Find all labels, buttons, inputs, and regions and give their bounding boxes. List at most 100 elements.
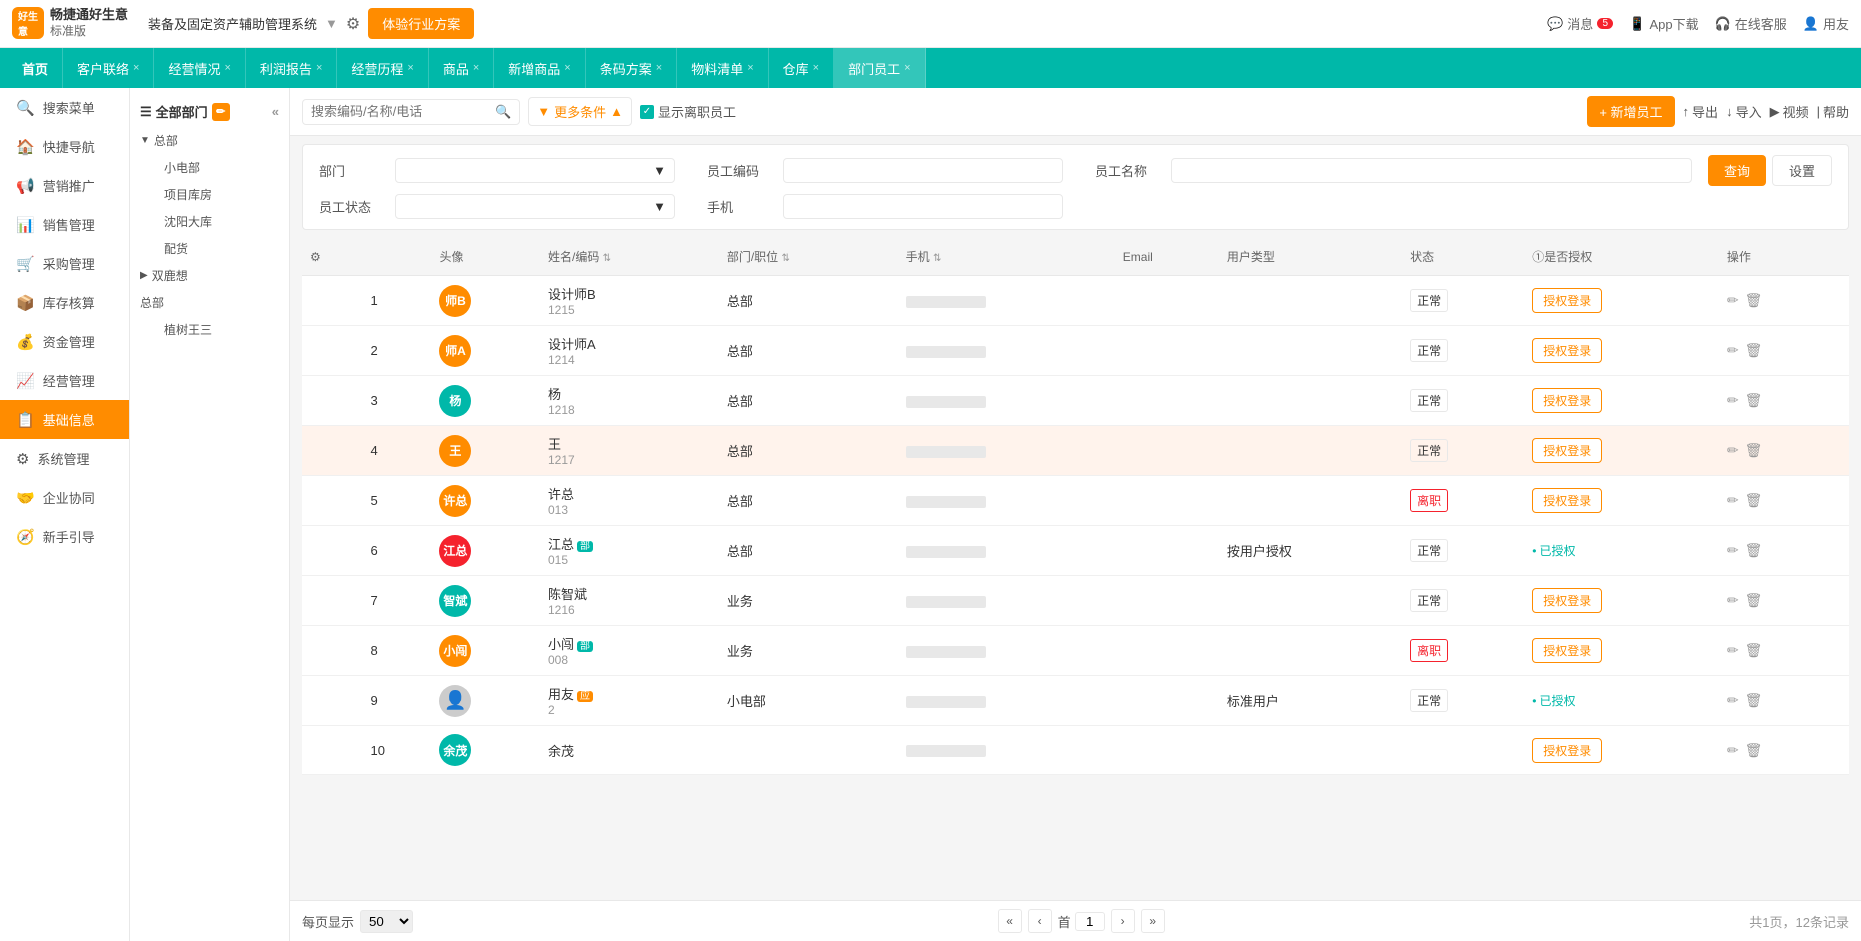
next-page-btn[interactable]: › <box>1111 909 1135 933</box>
auth-login-btn[interactable]: 授权登录 <box>1532 638 1602 663</box>
phone-input[interactable] <box>783 194 1063 219</box>
tree-item-head[interactable]: ▼总部 <box>130 127 289 154</box>
edit-btn[interactable]: ✏ <box>1727 592 1739 608</box>
tab-operation[interactable]: 经营情况 × <box>154 48 245 88</box>
edit-btn[interactable]: ✏ <box>1727 392 1739 408</box>
more-filter-btn[interactable]: ▼ 更多条件 ▲ <box>528 97 632 126</box>
tree-item-shenyang[interactable]: 沈阳大库 <box>144 208 289 235</box>
auth-login-btn[interactable]: 授权登录 <box>1532 588 1602 613</box>
tab-customer[interactable]: 客户联络 × <box>63 48 154 88</box>
tab-profit[interactable]: 利润报告 × <box>246 48 337 88</box>
gear-icon[interactable]: ⚙ <box>346 14 360 34</box>
auth-login-btn[interactable]: 授权登录 <box>1532 288 1602 313</box>
close-icon[interactable]: × <box>747 62 753 74</box>
auth-login-btn[interactable]: 授权登录 <box>1532 388 1602 413</box>
auth-login-btn[interactable]: 授权登录 <box>1532 438 1602 463</box>
first-page-btn[interactable]: « <box>998 909 1022 933</box>
add-employee-btn[interactable]: + 新增员工 <box>1587 96 1674 127</box>
delete-btn[interactable]: 🗑 <box>1745 492 1763 508</box>
delete-btn[interactable]: 🗑 <box>1745 692 1763 708</box>
help-btn[interactable]: | 帮助 <box>1817 102 1849 121</box>
edit-btn[interactable]: ✏ <box>1727 342 1739 358</box>
close-icon[interactable]: × <box>473 62 479 74</box>
auth-login-btn[interactable]: 授权登录 <box>1532 488 1602 513</box>
row-auth[interactable]: 授权登录 <box>1524 426 1719 476</box>
tab-history[interactable]: 经营历程 × <box>337 48 428 88</box>
tab-home[interactable]: 首页 <box>8 48 63 88</box>
delete-btn[interactable]: 🗑 <box>1745 442 1763 458</box>
close-icon[interactable]: × <box>224 62 230 74</box>
close-icon[interactable]: × <box>813 62 819 74</box>
delete-btn[interactable]: 🗑 <box>1745 292 1763 308</box>
sidebar-item-purchase[interactable]: 🛒采购管理 <box>0 244 129 283</box>
close-icon[interactable]: × <box>656 62 662 74</box>
row-auth[interactable]: 授权登录 <box>1524 626 1719 676</box>
edit-btn[interactable]: ✏ <box>1727 692 1739 708</box>
auth-login-btn[interactable]: 授权登录 <box>1532 738 1602 763</box>
prev-page-btn[interactable]: ‹ <box>1028 909 1052 933</box>
close-icon[interactable]: × <box>407 62 413 74</box>
tab-new-goods[interactable]: 新增商品 × <box>494 48 585 88</box>
delete-btn[interactable]: 🗑 <box>1745 342 1763 358</box>
tree-item-project-room[interactable]: 项目库房 <box>144 181 289 208</box>
page-number-input[interactable] <box>1075 912 1105 931</box>
tree-item-shuanglu[interactable]: ▶双鹿想 <box>130 262 289 289</box>
close-icon[interactable]: × <box>316 62 322 74</box>
dropdown-arrow[interactable]: ▼ <box>325 16 338 31</box>
sidebar-item-search[interactable]: 🔍搜索菜单 <box>0 88 129 127</box>
row-auth[interactable]: 授权登录 <box>1524 276 1719 326</box>
row-auth[interactable]: 授权登录 <box>1524 726 1719 775</box>
page-size-select[interactable]: 50 20 100 <box>360 910 413 933</box>
emp-name-input[interactable] <box>1171 158 1692 183</box>
show-resigned-toggle[interactable]: ✓ 显示离职员工 <box>640 102 736 121</box>
row-auth[interactable]: 授权登录 <box>1524 376 1719 426</box>
sidebar-item-sales[interactable]: 📊销售管理 <box>0 205 129 244</box>
edit-btn[interactable]: ✏ <box>1727 442 1739 458</box>
col-phone[interactable]: 手机 ⇅ <box>898 238 1115 276</box>
sidebar-item-nav[interactable]: 🏠快捷导航 <box>0 127 129 166</box>
sidebar-item-finance[interactable]: 💰资金管理 <box>0 322 129 361</box>
delete-btn[interactable]: 🗑 <box>1745 642 1763 658</box>
close-icon[interactable]: × <box>564 62 570 74</box>
edit-btn[interactable]: ✏ <box>1727 742 1739 758</box>
close-icon[interactable]: × <box>904 62 910 74</box>
dept-select[interactable]: ▼ <box>395 158 675 183</box>
reset-btn[interactable]: 设置 <box>1772 155 1832 186</box>
tree-item-plant[interactable]: 植树王三 <box>144 316 289 343</box>
search-input[interactable] <box>311 104 491 119</box>
sidebar-item-inventory[interactable]: 📦库存核算 <box>0 283 129 322</box>
emp-status-select[interactable]: ▼ <box>395 194 675 219</box>
col-name-code[interactable]: 姓名/编码 ⇅ <box>540 238 719 276</box>
sidebar-item-manage[interactable]: 📈经营管理 <box>0 361 129 400</box>
import-btn[interactable]: ↓ 导入 <box>1726 102 1762 121</box>
col-settings[interactable]: ⚙ <box>302 238 363 276</box>
row-auth[interactable]: 授权登录 <box>1524 576 1719 626</box>
sidebar-item-guide[interactable]: 🧭新手引导 <box>0 517 129 556</box>
edit-btn[interactable]: ✏ <box>1727 642 1739 658</box>
tab-dept-staff[interactable]: 部门员工 × <box>834 48 925 88</box>
search-btn[interactable]: 查询 <box>1708 155 1766 186</box>
export-btn[interactable]: ↑ 导出 <box>1683 102 1719 121</box>
edit-btn[interactable]: ✏ <box>1727 292 1739 308</box>
collapse-btn[interactable]: « <box>272 104 279 119</box>
tab-goods[interactable]: 商品 × <box>429 48 494 88</box>
sidebar-item-system[interactable]: ⚙系统管理 <box>0 439 129 478</box>
delete-btn[interactable]: 🗑 <box>1745 542 1763 558</box>
delete-btn[interactable]: 🗑 <box>1745 592 1763 608</box>
trial-button[interactable]: 体验行业方案 <box>368 8 474 39</box>
emp-code-input[interactable] <box>783 158 1063 183</box>
search-icon[interactable]: 🔍 <box>495 104 511 120</box>
delete-btn[interactable]: 🗑 <box>1745 742 1763 758</box>
edit-btn[interactable]: ✏ <box>1727 542 1739 558</box>
close-icon[interactable]: × <box>133 62 139 74</box>
tree-item-distribution[interactable]: 配货 <box>144 235 289 262</box>
view-btn[interactable]: ▶ 视频 <box>1770 102 1809 121</box>
tab-warehouse[interactable]: 仓库 × <box>769 48 834 88</box>
row-auth[interactable]: 授权登录 <box>1524 476 1719 526</box>
tab-bom[interactable]: 物料清单 × <box>677 48 768 88</box>
edit-btn[interactable]: ✏ <box>1727 492 1739 508</box>
user-btn[interactable]: 👤 用友 <box>1803 14 1849 33</box>
tree-item-head2[interactable]: 总部 <box>130 289 289 316</box>
row-auth[interactable]: 授权登录 <box>1524 326 1719 376</box>
dept-edit-btn[interactable]: ✏ <box>212 103 230 121</box>
